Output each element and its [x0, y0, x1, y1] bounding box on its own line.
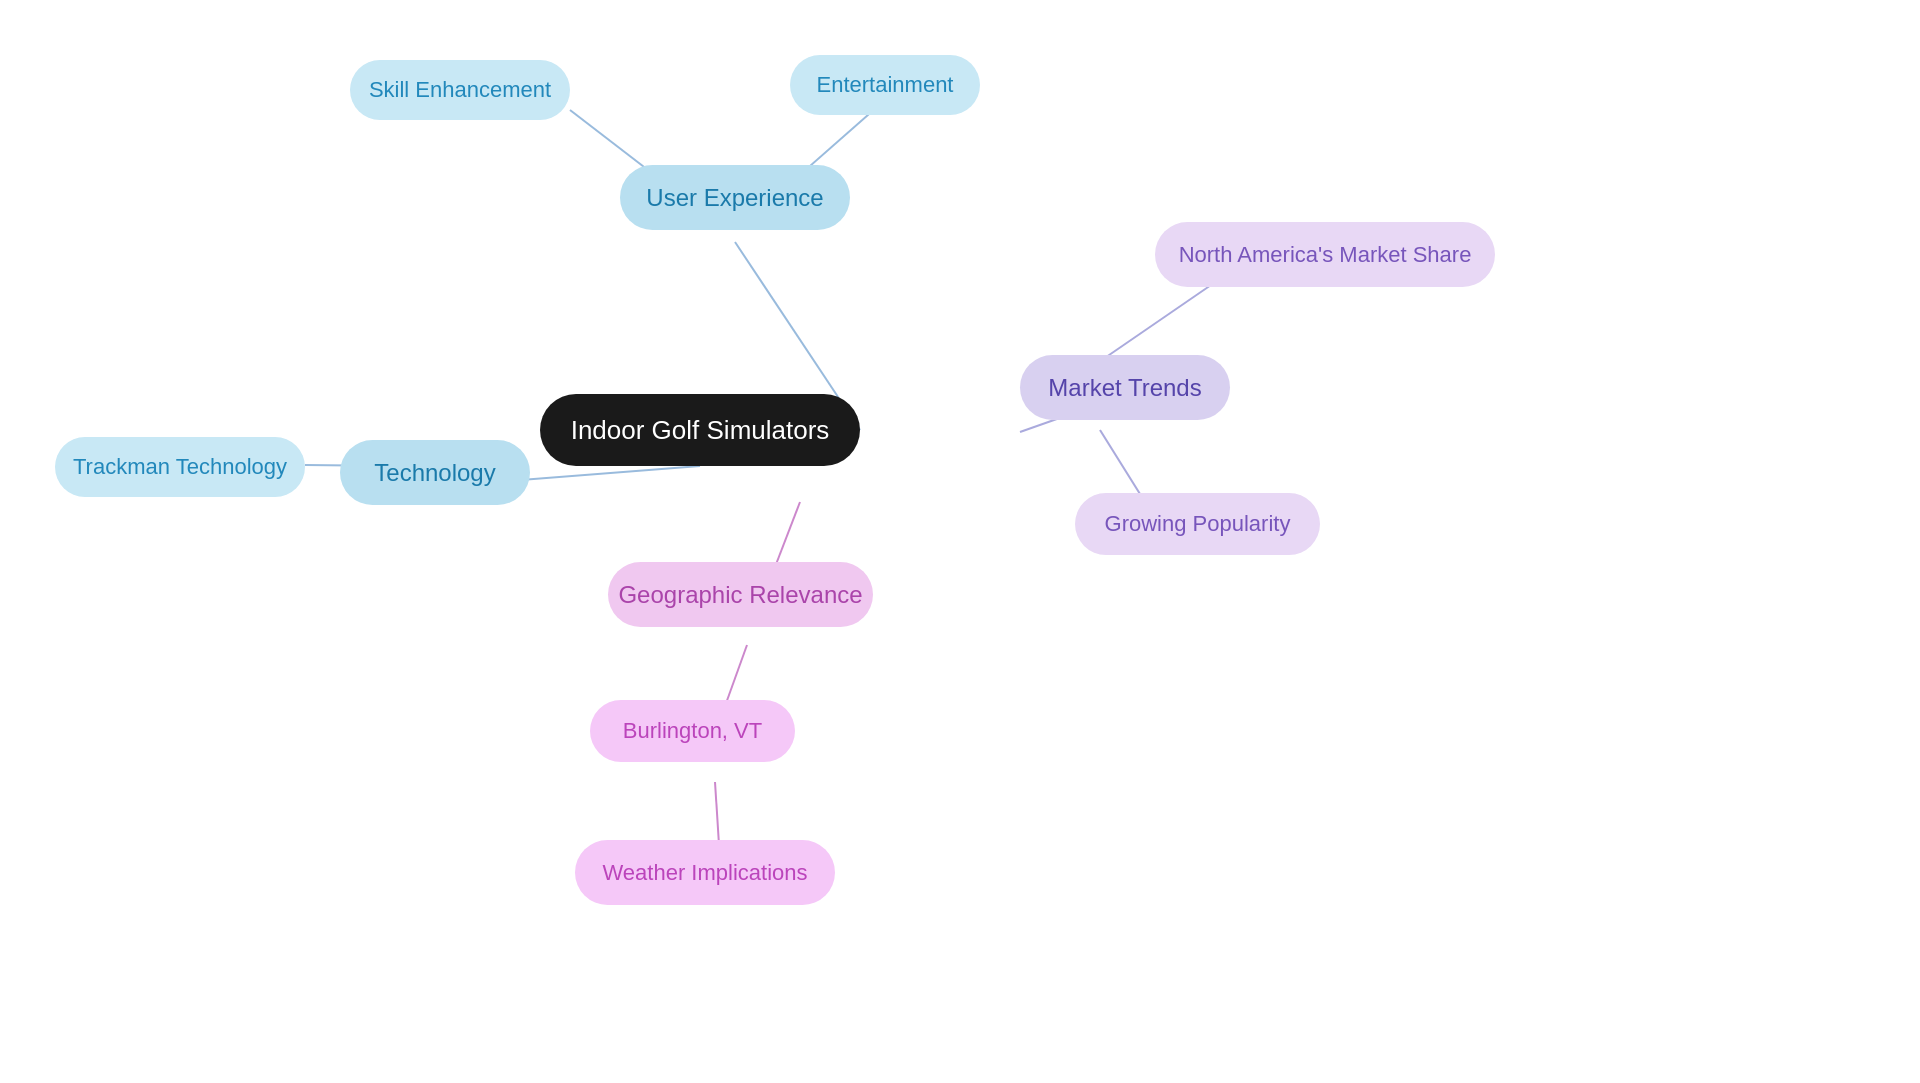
growing-popularity-label: Growing Popularity	[1105, 511, 1291, 537]
market-trends-label: Market Trends	[1048, 374, 1201, 402]
trackman-label: Trackman Technology	[73, 454, 287, 480]
user-experience-node[interactable]: User Experience	[620, 165, 850, 230]
center-node-label: Indoor Golf Simulators	[571, 415, 830, 446]
entertainment-label: Entertainment	[817, 72, 954, 98]
entertainment-node[interactable]: Entertainment	[790, 55, 980, 115]
trackman-node[interactable]: Trackman Technology	[55, 437, 305, 497]
technology-node[interactable]: Technology	[340, 440, 530, 505]
user-experience-label: User Experience	[646, 184, 823, 212]
north-america-label: North America's Market Share	[1179, 242, 1472, 268]
geographic-relevance-node[interactable]: Geographic Relevance	[608, 562, 873, 627]
burlington-vt-label: Burlington, VT	[623, 718, 762, 744]
growing-popularity-node[interactable]: Growing Popularity	[1075, 493, 1320, 555]
connections-svg	[0, 0, 1920, 1083]
skill-enhancement-label: Skill Enhancement	[369, 77, 551, 103]
burlington-vt-node[interactable]: Burlington, VT	[590, 700, 795, 762]
technology-label: Technology	[374, 459, 495, 487]
weather-implications-node[interactable]: Weather Implications	[575, 840, 835, 905]
weather-implications-label: Weather Implications	[603, 860, 808, 886]
center-node[interactable]: Indoor Golf Simulators	[540, 394, 860, 466]
market-trends-node[interactable]: Market Trends	[1020, 355, 1230, 420]
geographic-relevance-label: Geographic Relevance	[618, 581, 862, 609]
north-america-node[interactable]: North America's Market Share	[1155, 222, 1495, 287]
skill-enhancement-node[interactable]: Skill Enhancement	[350, 60, 570, 120]
